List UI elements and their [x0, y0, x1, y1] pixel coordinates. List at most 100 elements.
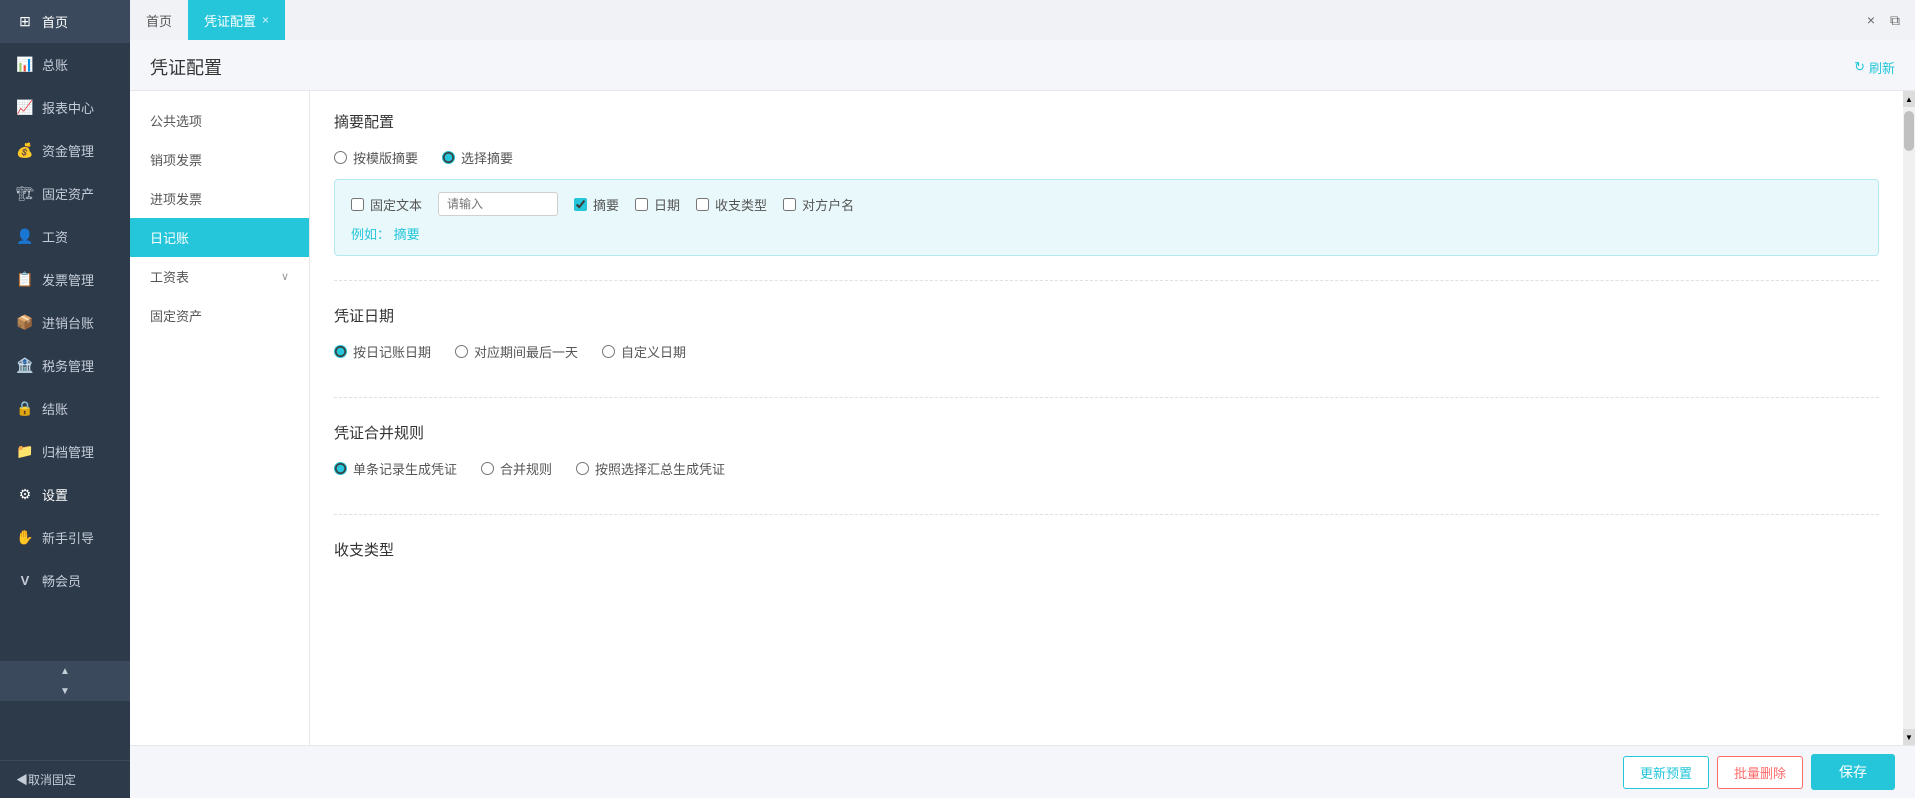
- main-area: 首页 凭证配置 × × ⧉ 凭证配置 ↻ 刷新 公共选项: [130, 0, 1915, 798]
- report-icon: 📈: [16, 99, 34, 116]
- page-title: 凭证配置: [150, 54, 222, 80]
- radio-last-day-input[interactable]: [455, 345, 468, 358]
- section-summary-config: 摘要配置 按模版摘要 选择摘要: [334, 111, 1879, 281]
- vip-icon: V: [16, 573, 34, 588]
- radio-template-input[interactable]: [334, 151, 347, 164]
- update-preview-button[interactable]: 更新预置: [1623, 756, 1709, 789]
- page-header: 凭证配置 ↻ 刷新: [130, 40, 1915, 91]
- settings-icon: ⚙: [16, 486, 34, 503]
- assets-icon: 🏗: [16, 185, 34, 202]
- checkbox-income-type[interactable]: 收支类型: [696, 195, 767, 214]
- chevron-down-icon: ∨: [281, 270, 289, 283]
- sidebar-item-guide[interactable]: ✋ 新手引导: [0, 516, 130, 559]
- section-voucher-date: 凭证日期 按日记账日期 对应期间最后一天: [334, 305, 1879, 398]
- scrollbar-track: ▲ ▼: [1903, 91, 1915, 745]
- save-button[interactable]: 保存: [1811, 754, 1895, 790]
- checkbox-summary[interactable]: 摘要: [574, 195, 619, 214]
- sidebar: ⊞ 首页 📊 总账 📈 报表中心 💰 资金管理 🏗 固定资产 👤 工资 📋 发票…: [0, 0, 130, 798]
- scrollbar-down[interactable]: ▼: [1903, 729, 1915, 745]
- fixed-text-input[interactable]: [438, 192, 558, 216]
- sidebar-scroll-down[interactable]: ▼: [0, 681, 130, 701]
- checkbox-counterpart[interactable]: 对方户名: [783, 195, 854, 214]
- radio-merge-input[interactable]: [481, 462, 494, 475]
- scrollbar-thumb[interactable]: [1904, 111, 1914, 151]
- radio-single-record[interactable]: 单条记录生成凭证: [334, 459, 457, 478]
- section-title-date: 凭证日期: [334, 305, 1879, 326]
- radio-template-summary[interactable]: 按模版摘要: [334, 148, 418, 167]
- scrollbar-up[interactable]: ▲: [1903, 91, 1915, 107]
- tab-home[interactable]: 首页: [130, 0, 188, 40]
- radio-last-day[interactable]: 对应期间最后一天: [455, 342, 578, 361]
- radio-custom-date[interactable]: 自定义日期: [602, 342, 686, 361]
- section-title-merge: 凭证合并规则: [334, 422, 1879, 443]
- checkbox-date[interactable]: 日期: [635, 195, 680, 214]
- ledger-icon: 📊: [16, 56, 34, 73]
- left-nav-fixed-assets[interactable]: 固定资产: [130, 296, 309, 335]
- batch-delete-button[interactable]: 批量删除: [1717, 756, 1803, 789]
- summary-mode-options: 按模版摘要 选择摘要: [334, 148, 1879, 167]
- sidebar-item-assets[interactable]: 🏗 固定资产: [0, 172, 130, 215]
- content-wrapper: 凭证配置 ↻ 刷新 公共选项 销项发票 进项发票 日记账: [130, 40, 1915, 798]
- window-controls: × ⧉: [1863, 12, 1915, 28]
- sidebar-item-invoice[interactable]: 📋 发票管理: [0, 258, 130, 301]
- checkbox-fixed-text[interactable]: 固定文本: [351, 195, 422, 214]
- tab-bar: 首页 凭证配置 × × ⧉: [130, 0, 1915, 40]
- checkbox-counterpart-input[interactable]: [783, 198, 796, 211]
- tab-close-icon[interactable]: ×: [262, 13, 269, 27]
- sidebar-item-archive[interactable]: 📁 归档管理: [0, 430, 130, 473]
- sidebar-unpin-button[interactable]: ◀取消固定: [0, 760, 130, 798]
- sidebar-scroll-up[interactable]: ▲: [0, 661, 130, 681]
- invoice-icon: 📋: [16, 271, 34, 288]
- window-close-button[interactable]: ×: [1863, 12, 1879, 28]
- sidebar-item-report[interactable]: 📈 报表中心: [0, 86, 130, 129]
- radio-single-input[interactable]: [334, 462, 347, 475]
- radio-select-input[interactable]: [442, 151, 455, 164]
- tab-voucher-config[interactable]: 凭证配置 ×: [188, 0, 285, 40]
- sidebar-item-home[interactable]: ⊞ 首页: [0, 0, 130, 43]
- funds-icon: 💰: [16, 142, 34, 159]
- sidebar-item-funds[interactable]: 💰 资金管理: [0, 129, 130, 172]
- radio-by-selection[interactable]: 按照选择汇总生成凭证: [576, 459, 725, 478]
- checkbox-fixed-text-input[interactable]: [351, 198, 364, 211]
- left-nav-journal[interactable]: 日记账: [130, 218, 309, 257]
- body-layout: 公共选项 销项发票 进项发票 日记账 工资表 ∨ 固定资产: [130, 91, 1915, 745]
- checkbox-income-type-input[interactable]: [696, 198, 709, 211]
- section-merge-rules: 凭证合并规则 单条记录生成凭证 合并规则: [334, 422, 1879, 515]
- checkbox-summary-input[interactable]: [574, 198, 587, 211]
- radio-select-summary[interactable]: 选择摘要: [442, 148, 513, 167]
- radio-by-journal[interactable]: 按日记账日期: [334, 342, 431, 361]
- sidebar-item-tax[interactable]: 🏦 税务管理: [0, 344, 130, 387]
- section-income-type: 收支类型: [334, 539, 1879, 600]
- radio-custom-date-input[interactable]: [602, 345, 615, 358]
- sidebar-item-ledger[interactable]: 📊 总账: [0, 43, 130, 86]
- sidebar-item-settings[interactable]: ⚙ 设置: [0, 473, 130, 516]
- section-title-income: 收支类型: [334, 539, 1879, 560]
- left-nav-sales-invoice[interactable]: 销项发票: [130, 140, 309, 179]
- radio-merge-rule[interactable]: 合并规则: [481, 459, 552, 478]
- radio-by-journal-input[interactable]: [334, 345, 347, 358]
- close-books-icon: 🔒: [16, 400, 34, 417]
- summary-example: 例如： 摘要: [351, 224, 1862, 243]
- sidebar-item-close[interactable]: 🔒 结账: [0, 387, 130, 430]
- left-nav-public[interactable]: 公共选项: [130, 101, 309, 140]
- left-nav-purchase-invoice[interactable]: 进项发票: [130, 179, 309, 218]
- archive-icon: 📁: [16, 443, 34, 460]
- summary-checkboxes-row: 固定文本 摘要 日期: [351, 192, 1862, 216]
- refresh-button[interactable]: ↻ 刷新: [1854, 58, 1895, 77]
- checkbox-date-input[interactable]: [635, 198, 648, 211]
- voucher-date-options: 按日记账日期 对应期间最后一天 自定义日期: [334, 342, 1879, 361]
- refresh-icon: ↻: [1854, 59, 1865, 75]
- action-bar: 更新预置 批量删除 保存: [130, 745, 1915, 798]
- window-resize-button[interactable]: ⧉: [1887, 12, 1903, 28]
- merge-rules-options: 单条记录生成凭证 合并规则 按照选择汇总生成凭证: [334, 459, 1879, 478]
- home-icon: ⊞: [16, 13, 34, 30]
- section-title-summary: 摘要配置: [334, 111, 1879, 132]
- guide-icon: ✋: [16, 529, 34, 546]
- sidebar-item-sales[interactable]: 📦 进销台账: [0, 301, 130, 344]
- sidebar-item-payroll[interactable]: 👤 工资: [0, 215, 130, 258]
- radio-selection-input[interactable]: [576, 462, 589, 475]
- sales-icon: 📦: [16, 314, 34, 331]
- sidebar-item-vip[interactable]: V 畅会员: [0, 559, 130, 602]
- left-nav-payroll-table[interactable]: 工资表 ∨: [130, 257, 309, 296]
- summary-box: 固定文本 摘要 日期: [334, 179, 1879, 256]
